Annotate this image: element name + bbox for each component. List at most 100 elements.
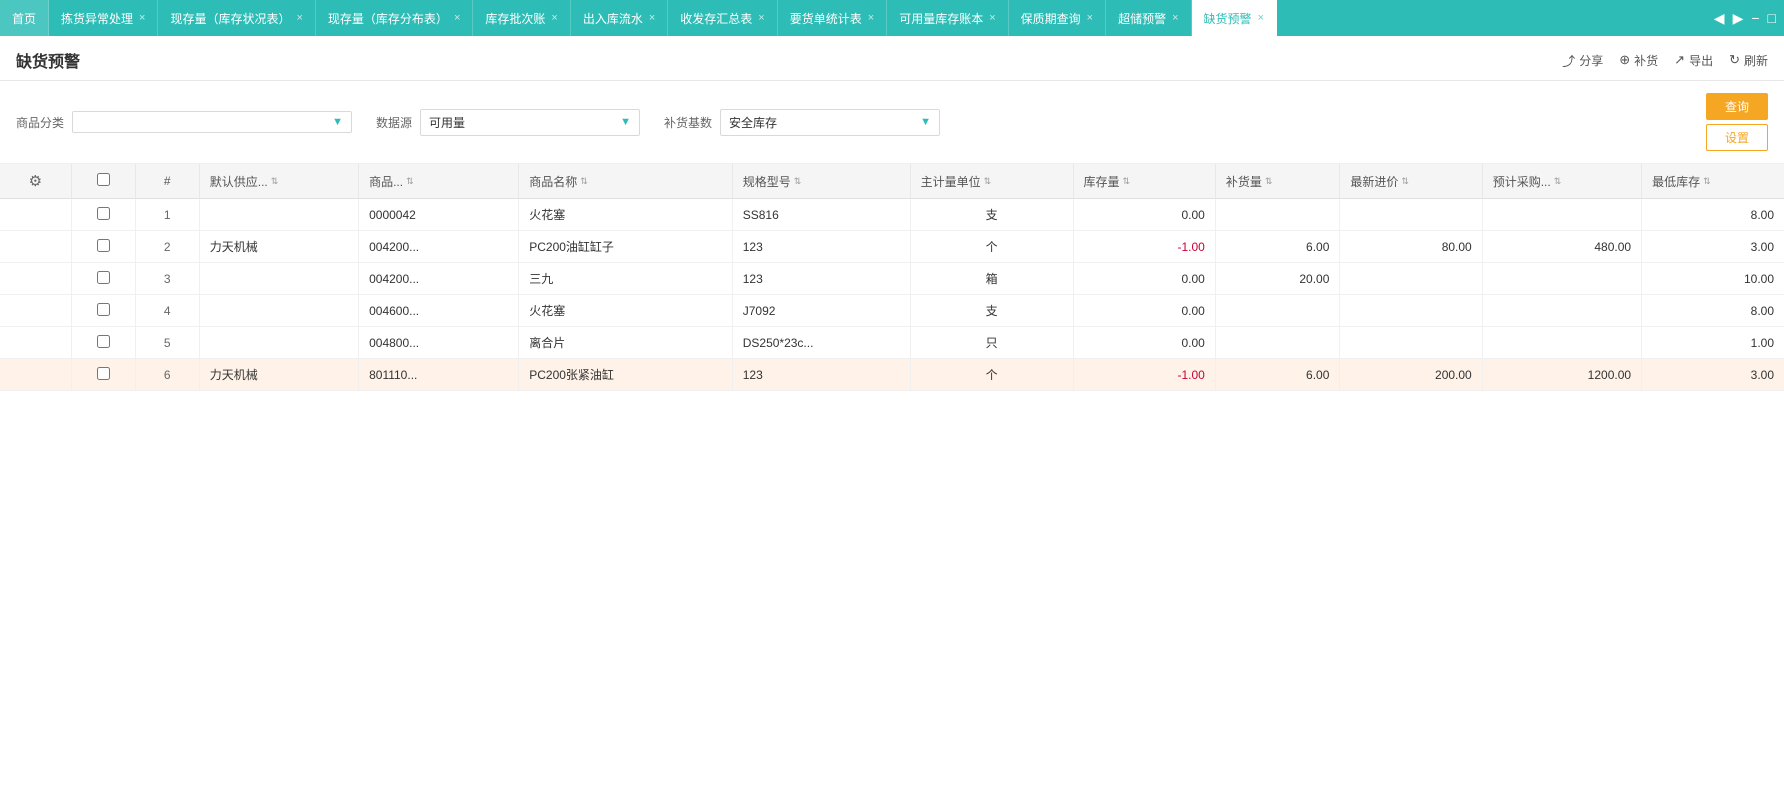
th-unit[interactable]: 主计量单位 ⇅ [910, 164, 1073, 199]
tab-label-overstock-warning: 超储预警 [1118, 10, 1166, 27]
tab-item-available-ledger[interactable]: 可用量库存账本 × [887, 0, 1008, 36]
column-settings-button[interactable]: ⚙ [29, 172, 42, 190]
category-label: 商品分类 [16, 114, 64, 131]
table-row: 5004800...离合片DS250*23c...只0.001.00 [0, 327, 1784, 359]
supplier-sort-icon: ⇅ [271, 176, 279, 187]
row-est_purchase-cell [1482, 199, 1641, 231]
row-unit-cell: 个 [910, 231, 1073, 263]
stock-sort-icon: ⇅ [1123, 176, 1131, 187]
tab-close-inout-flow[interactable]: × [649, 12, 655, 24]
row-spec-cell: 123 [732, 263, 910, 295]
tab-prev-button[interactable]: ◀ [1710, 0, 1729, 36]
tab-item-expiry-query[interactable]: 保质期查询 × [1009, 0, 1106, 36]
row-settings-cell [0, 295, 71, 327]
tab-close-inventory-dist[interactable]: × [454, 12, 460, 24]
row-unit-cell: 个 [910, 359, 1073, 391]
replenish-icon: ⊕ [1619, 52, 1630, 68]
row-checkbox-3[interactable] [97, 303, 110, 316]
tab-label-expiry-query: 保质期查询 [1021, 10, 1081, 27]
row-name-cell: 火花塞 [519, 199, 733, 231]
row-checkbox-0[interactable] [97, 207, 110, 220]
tab-item-demand-stat[interactable]: 要货单统计表× [778, 0, 887, 36]
tab-close-inventory-status[interactable]: × [296, 12, 302, 24]
tab-item-overstock-warning[interactable]: 超储预警 × [1106, 0, 1191, 36]
row-code-cell: 801110... [359, 359, 519, 391]
row-unit-cell: 箱 [910, 263, 1073, 295]
tab-item-shortage-warning[interactable]: 缺货预警× [1192, 0, 1277, 36]
minstock-sort-icon: ⇅ [1703, 176, 1711, 187]
replenish-basis-value: 安全库存 [729, 114, 777, 131]
row-checkbox-5[interactable] [97, 367, 110, 380]
export-button[interactable]: ↗ 导出 [1674, 52, 1713, 69]
th-check [71, 164, 135, 199]
th-supplier[interactable]: 默认供应... ⇅ [199, 164, 358, 199]
share-button[interactable]: ⤴ 分享 [1562, 51, 1603, 70]
replenish-basis-select[interactable]: 安全库存 ▼ [720, 109, 940, 136]
row-stock-cell: 0.00 [1073, 327, 1215, 359]
tab-label-inventory-status: 现存量（库存状况表） [170, 10, 290, 27]
row-checkbox-2[interactable] [97, 271, 110, 284]
settings-button[interactable]: 设置 [1706, 124, 1768, 151]
th-code[interactable]: 商品... ⇅ [359, 164, 519, 199]
tab-item-home[interactable]: 首页 [0, 0, 49, 36]
tab-close-shortage-warning[interactable]: × [1258, 12, 1264, 24]
price-sort-icon: ⇅ [1401, 176, 1409, 187]
row-supplier-cell [199, 327, 358, 359]
tab-item-collect-summary[interactable]: 收发存汇总表× [668, 0, 777, 36]
tab-next-button[interactable]: ▶ [1729, 0, 1748, 36]
refresh-button[interactable]: ↻ 刷新 [1729, 52, 1768, 69]
query-button[interactable]: 查询 [1706, 93, 1768, 120]
table-row: 6力天机械801110...PC200张紧油缸123个-1.006.00200.… [0, 359, 1784, 391]
replenish-button[interactable]: ⊕ 补货 [1619, 52, 1658, 69]
row-stock-cell: 0.00 [1073, 295, 1215, 327]
row-num-cell: 4 [135, 295, 199, 327]
select-all-checkbox[interactable] [97, 173, 110, 186]
row-num-cell: 6 [135, 359, 199, 391]
tab-close-exception[interactable]: × [139, 12, 145, 24]
tab-close-collect-summary[interactable]: × [758, 12, 764, 24]
row-est_purchase-cell [1482, 263, 1641, 295]
code-sort-icon: ⇅ [406, 176, 414, 187]
tab-item-inventory-dist[interactable]: 现存量（库存分布表） × [316, 0, 473, 36]
tab-item-batch-account[interactable]: 库存批次账× [473, 0, 570, 36]
th-name[interactable]: 商品名称 ⇅ [519, 164, 733, 199]
row-replenish_qty-cell [1215, 199, 1340, 231]
datasource-select-value: 可用量 [429, 114, 465, 131]
row-spec-cell: 123 [732, 359, 910, 391]
tab-label-exception: 拣货异常处理 [61, 10, 133, 27]
row-settings-cell [0, 231, 71, 263]
th-minstock[interactable]: 最低库存 ⇅ [1642, 164, 1784, 199]
row-name-cell: PC200油缸缸子 [519, 231, 733, 263]
data-table: ⚙ # 默认供应... ⇅ [0, 164, 1784, 391]
tab-close-batch-account[interactable]: × [551, 12, 557, 24]
row-checkbox-1[interactable] [97, 239, 110, 252]
th-estimate[interactable]: 预计采购... ⇅ [1482, 164, 1641, 199]
th-spec[interactable]: 规格型号 ⇅ [732, 164, 910, 199]
tab-item-inout-flow[interactable]: 出入库流水× [571, 0, 668, 36]
row-replenish_qty-cell: 20.00 [1215, 263, 1340, 295]
row-supplier-cell: 力天机械 [199, 231, 358, 263]
tab-minimize-button[interactable]: − [1747, 0, 1763, 36]
th-stock[interactable]: 库存量 ⇅ [1073, 164, 1215, 199]
table-row: 10000042火花塞SS816支0.008.00 [0, 199, 1784, 231]
tab-item-inventory-status[interactable]: 现存量（库存状况表） × [158, 0, 315, 36]
replenish-basis-filter-group: 补货基数 安全库存 ▼ [664, 109, 940, 136]
tab-label-available-ledger: 可用量库存账本 [899, 10, 983, 27]
category-select[interactable]: ▼ [72, 111, 352, 133]
tab-label-inventory-dist: 现存量（库存分布表） [328, 10, 448, 27]
datasource-select[interactable]: 可用量 ▼ [420, 109, 640, 136]
tab-close-overstock-warning[interactable]: × [1172, 12, 1178, 24]
tab-maximize-button[interactable]: □ [1764, 0, 1780, 36]
tab-close-demand-stat[interactable]: × [868, 12, 874, 24]
row-spec-cell: DS250*23c... [732, 327, 910, 359]
tab-close-available-ledger[interactable]: × [989, 12, 995, 24]
row-replenish_qty-cell [1215, 295, 1340, 327]
category-dropdown-arrow-icon: ▼ [332, 116, 343, 128]
row-checkbox-4[interactable] [97, 335, 110, 348]
th-replenish[interactable]: 补货量 ⇅ [1215, 164, 1340, 199]
th-price[interactable]: 最新进价 ⇅ [1340, 164, 1482, 199]
tab-close-expiry-query[interactable]: × [1087, 12, 1093, 24]
row-name-cell: 火花塞 [519, 295, 733, 327]
tab-item-exception[interactable]: 拣货异常处理 × [49, 0, 158, 36]
filter-row: 商品分类 ▼ 数据源 可用量 ▼ 补货基数 安全库存 ▼ 查询 设置 [0, 81, 1784, 164]
